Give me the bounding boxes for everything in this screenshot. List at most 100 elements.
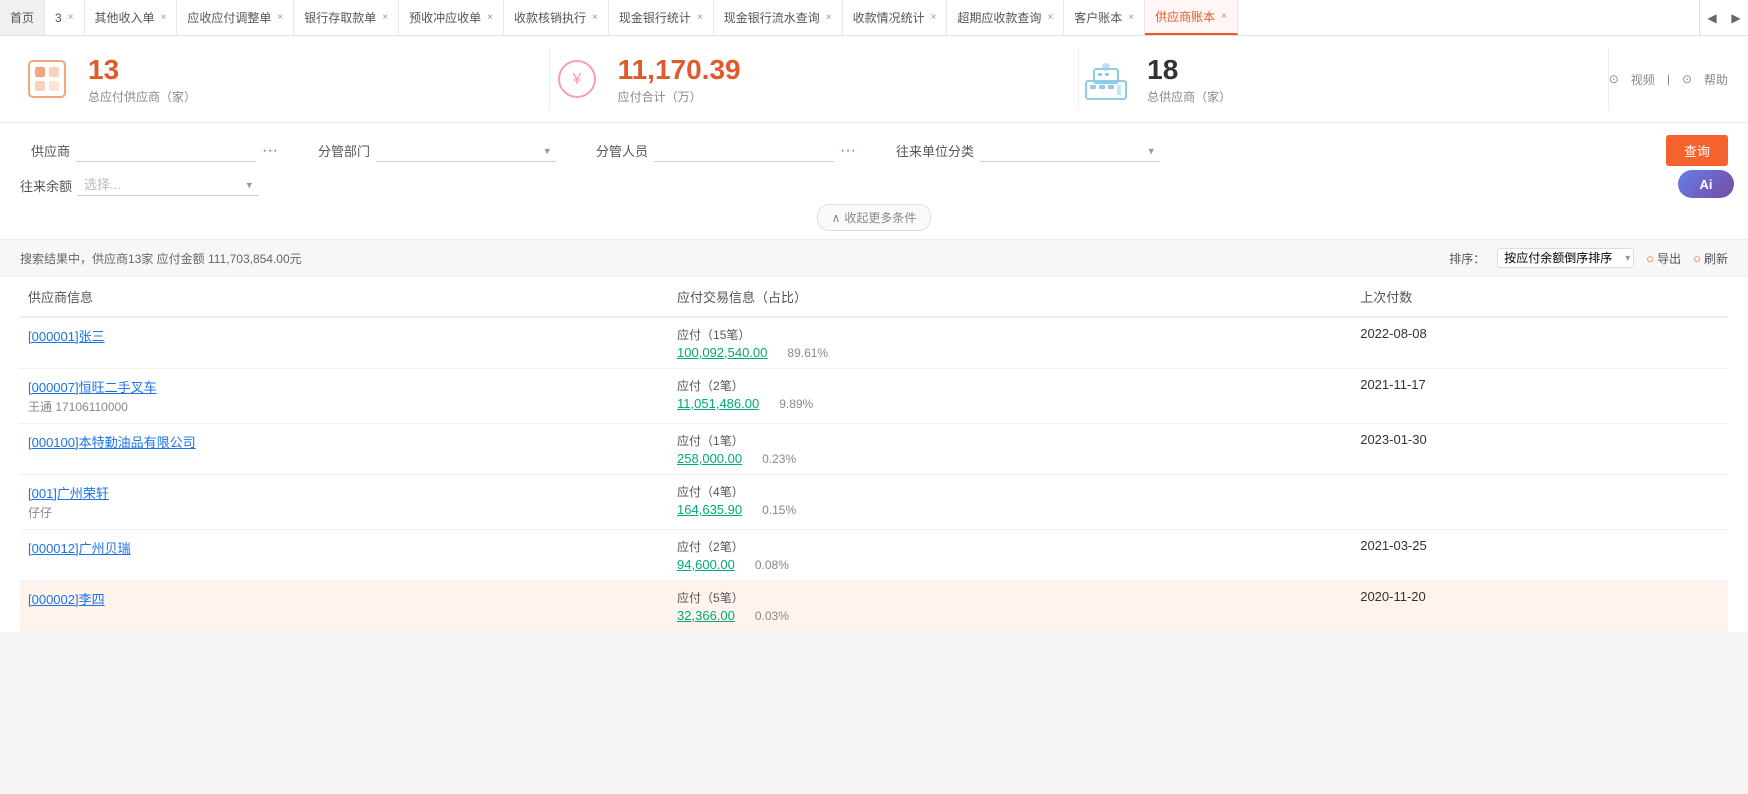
payable-total-icon: ¥ <box>550 52 604 106</box>
nav-tab-bank-deposit-label: 银行存取款单 <box>304 9 376 26</box>
nav-tab-collect-stat-label: 收款情况统计 <box>853 9 925 26</box>
export-button[interactable]: ○ 导出 <box>1646 250 1681 267</box>
total-suppliers-number: 18 <box>1147 53 1231 87</box>
supplier-cell: [000001]张三 <box>20 317 669 369</box>
nav-tab-pre-collect[interactable]: 预收冲应收单 × <box>399 0 504 35</box>
supplier-link[interactable]: [000001]张三 <box>28 329 105 344</box>
nav-tab-other-income[interactable]: 其他收入单 × <box>85 0 178 35</box>
payable-amount[interactable]: 32,366.00 <box>677 608 735 623</box>
supplier-link[interactable]: [000007]恒旺二手叉车 <box>28 380 157 395</box>
balance-filter-select[interactable]: 选择... <box>78 174 258 196</box>
help-link[interactable]: 帮助 <box>1704 71 1728 88</box>
svg-text:¥: ¥ <box>571 71 581 88</box>
refresh-button[interactable]: ○ 刷新 <box>1693 250 1728 267</box>
last-pay-cell: 2021-11-17 <box>1352 369 1728 424</box>
col-header-payable: 应付交易信息（占比） <box>669 277 1352 317</box>
filter-row-2: 往来余额 选择... <box>20 174 1728 196</box>
total-suppliers-icon <box>1079 52 1133 106</box>
supplier-cell: [000007]恒旺二手叉车王通 17106110000 <box>20 369 669 424</box>
ai-button[interactable]: Ai <box>1678 170 1734 198</box>
query-button[interactable]: 查询 <box>1666 135 1728 166</box>
export-label: 导出 <box>1657 250 1681 267</box>
nav-tab-collect-stat[interactable]: 收款情况统计 × <box>843 0 948 35</box>
payable-amount[interactable]: 100,092,540.00 <box>677 345 767 360</box>
nav-tab-bank-deposit-close[interactable]: × <box>382 12 388 23</box>
table-header-row: 供应商信息 应付交易信息（占比） 上次付数 <box>20 277 1728 317</box>
person-filter-input[interactable] <box>654 140 834 162</box>
supplier-cell: [001]广州荣轩仔仔 <box>20 475 669 530</box>
nav-tab-overdue-collect[interactable]: 超期应收款查询 × <box>947 0 1064 35</box>
nav-next-arrow[interactable]: ▶ <box>1724 0 1748 36</box>
help-separator: ⊙ <box>1609 72 1619 86</box>
supplier-dots[interactable]: ··· <box>262 143 278 159</box>
nav-tab-cash-bank-stat[interactable]: 现金银行统计 × <box>609 0 714 35</box>
nav-tab-pre-collect-close[interactable]: × <box>487 12 493 23</box>
nav-tab-cash-flow[interactable]: 现金银行流水查询 × <box>714 0 843 35</box>
nav-tab-cash-bank-stat-close[interactable]: × <box>697 12 703 23</box>
sort-select-wrap: 按应付余额倒序排序 <box>1497 248 1634 268</box>
payable-percent: 0.15% <box>762 503 796 517</box>
payable-amount[interactable]: 94,600.00 <box>677 557 735 572</box>
payable-label: 应付（5笔） <box>677 589 1344 606</box>
nav-tab-overdue-collect-close[interactable]: × <box>1047 12 1053 23</box>
nav-tab-3-close[interactable]: × <box>68 12 74 23</box>
nav-tab-collect-exec[interactable]: 收款核销执行 × <box>504 0 609 35</box>
nav-tab-supplier-book[interactable]: 供应商账本 × <box>1145 0 1238 35</box>
nav-tab-customer-book[interactable]: 客户账本 × <box>1064 0 1145 35</box>
dept-filter-select[interactable] <box>376 140 556 162</box>
nav-tab-home-label: 首页 <box>10 9 34 26</box>
filter-item-category: 往来单位分类 <box>896 140 1160 162</box>
payable-total-label: 应付合计（万） <box>618 88 741 105</box>
nav-tab-cash-flow-close[interactable]: × <box>826 12 832 23</box>
summary-card-total-suppliers: 18 总供应商（家） <box>1079 48 1609 110</box>
video-link[interactable]: 视频 <box>1631 71 1655 88</box>
last-pay-cell: 2022-08-08 <box>1352 317 1728 369</box>
help-pipe: | <box>1667 72 1670 86</box>
table-row: [000002]李四应付（5笔）32,366.000.03%2020-11-20 <box>20 581 1728 632</box>
filter-item-supplier: 供应商 ··· <box>20 140 278 162</box>
nav-tab-home[interactable]: 首页 <box>0 0 45 35</box>
table-row: [000100]本特勤油品有限公司应付（1笔）258,000.000.23%20… <box>20 424 1728 475</box>
nav-tab-supplier-book-close[interactable]: × <box>1221 11 1227 22</box>
filter-item-balance: 往来余额 选择... <box>20 174 258 196</box>
sort-select[interactable]: 按应付余额倒序排序 <box>1497 248 1634 268</box>
payable-percent: 0.03% <box>755 609 789 623</box>
category-filter-label: 往来单位分类 <box>896 141 974 160</box>
collapse-button[interactable]: ∧ 收起更多条件 <box>817 204 932 231</box>
nav-tab-adjust[interactable]: 应收应付调整单 × <box>177 0 294 35</box>
payable-amount[interactable]: 11,051,486.00 <box>677 396 759 411</box>
payable-percent: 9.89% <box>779 397 813 411</box>
payable-cell: 应付（1笔）258,000.000.23% <box>669 424 1352 475</box>
supplier-link[interactable]: [000002]李四 <box>28 592 105 607</box>
nav-tab-pre-collect-label: 预收冲应收单 <box>409 9 481 26</box>
supplier-cell: [000012]广州贝瑞 <box>20 530 669 581</box>
nav-tab-bank-deposit[interactable]: 银行存取款单 × <box>294 0 399 35</box>
balance-select-wrap: 选择... <box>78 174 258 196</box>
supplier-link[interactable]: [000100]本特勤油品有限公司 <box>28 435 196 450</box>
ai-label: Ai <box>1700 177 1713 192</box>
supplier-filter-input[interactable] <box>76 140 256 162</box>
supplier-link[interactable]: [000012]广州贝瑞 <box>28 541 131 556</box>
summary-help: ⊙ 视频 | ⊙ 帮助 <box>1609 71 1728 88</box>
payable-amount[interactable]: 258,000.00 <box>677 451 742 466</box>
suppliers-table: 供应商信息 应付交易信息（占比） 上次付数 [000001]张三应付（15笔）1… <box>20 277 1728 632</box>
nav-tab-customer-book-close[interactable]: × <box>1128 12 1134 23</box>
payable-suppliers-number: 13 <box>88 53 196 87</box>
nav-tab-collect-exec-close[interactable]: × <box>592 12 598 23</box>
summary-text-payable-total: 11,170.39 应付合计（万） <box>618 53 741 106</box>
payable-percent: 89.61% <box>787 346 828 360</box>
nav-tab-collect-stat-close[interactable]: × <box>931 12 937 23</box>
person-dots[interactable]: ··· <box>840 143 856 159</box>
supplier-link[interactable]: [001]广州荣轩 <box>28 486 109 501</box>
category-filter-select[interactable] <box>980 140 1160 162</box>
supplier-sub: 王通 17106110000 <box>28 398 661 415</box>
payable-amount[interactable]: 164,635.90 <box>677 502 742 517</box>
nav-tab-other-income-close[interactable]: × <box>161 12 167 23</box>
nav-prev-arrow[interactable]: ◀ <box>1700 0 1724 36</box>
total-suppliers-label: 总供应商（家） <box>1147 88 1231 105</box>
payable-cell: 应付（5笔） 32,366.00 0.03% <box>669 581 1352 632</box>
nav-tab-3[interactable]: 3 × <box>45 0 85 35</box>
nav-tab-adjust-close[interactable]: × <box>277 12 283 23</box>
payable-suppliers-icon <box>20 52 74 106</box>
sort-label: 排序： <box>1449 250 1485 267</box>
